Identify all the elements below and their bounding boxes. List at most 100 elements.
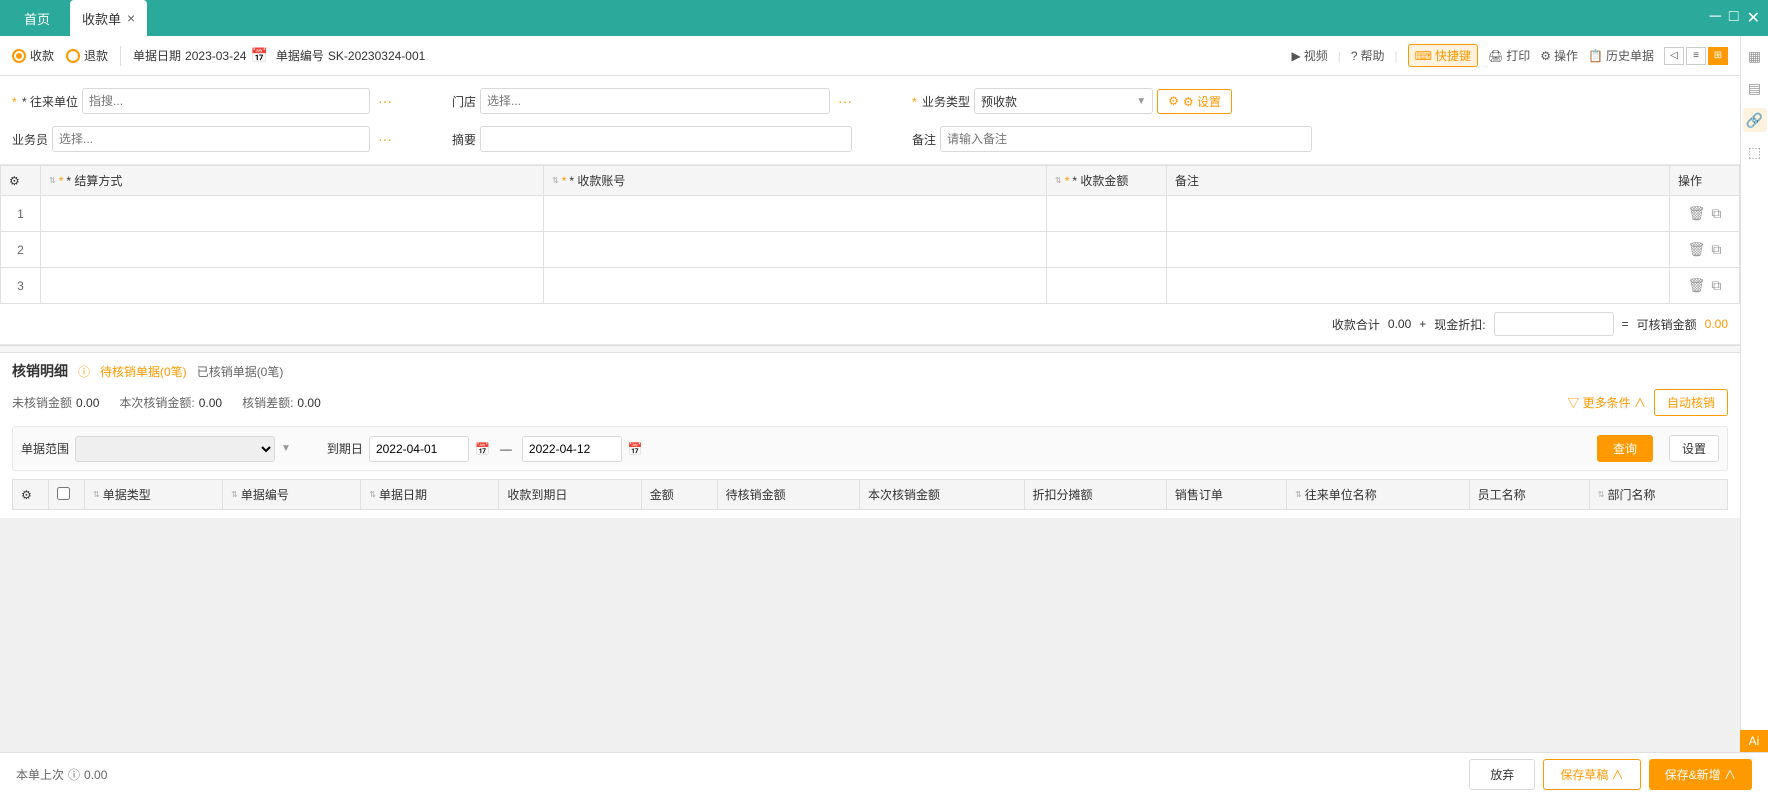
remark-input[interactable] — [940, 126, 1312, 152]
row1-account[interactable] — [544, 196, 1047, 232]
tab-active[interactable]: 收款单 × — [70, 0, 147, 36]
row2-amount[interactable] — [1047, 232, 1167, 268]
date-from-input[interactable] — [369, 436, 469, 462]
unverified-stat: 未核销金额 0.00 — [12, 394, 99, 411]
row1-account-input[interactable] — [544, 196, 1046, 231]
row3-delete-icon[interactable]: 🗑 — [1688, 277, 1706, 294]
row1-amount-input[interactable] — [1047, 196, 1166, 231]
shop-label: 门店 — [452, 93, 476, 110]
select-all-checkbox[interactable] — [57, 487, 70, 500]
video-btn[interactable]: ▶ 视频 — [1291, 47, 1327, 64]
salesman-more-btn[interactable]: ··· — [378, 131, 392, 147]
sidebar-link-icon[interactable]: 🔗 — [1743, 108, 1767, 132]
shortcut-btn[interactable]: ⌨ 快捷键 — [1408, 44, 1478, 67]
row3-account-input[interactable] — [544, 268, 1046, 303]
memo-input[interactable] — [480, 126, 852, 152]
save-new-button[interactable]: 保存&新增 ∧ — [1649, 759, 1752, 790]
date-to-input[interactable] — [522, 436, 622, 462]
maximize-icon[interactable]: □ — [1729, 8, 1739, 28]
calendar-icon-2[interactable]: 📅 — [475, 442, 490, 456]
bth-amount: 金额 — [641, 480, 717, 510]
row3-settle-input[interactable] — [41, 268, 543, 303]
minimize-icon[interactable]: ─ — [1710, 8, 1721, 28]
discard-button[interactable]: 放弃 — [1469, 759, 1535, 790]
row1-settle-input[interactable] — [41, 196, 543, 231]
row1-remark-input[interactable] — [1167, 196, 1669, 231]
row2-settle[interactable] — [41, 232, 544, 268]
calendar-icon-3[interactable]: 📅 — [628, 442, 643, 456]
toolbar: 收款 退款 单据日期 2023-03-24 📅 单据编号 SK-20230324… — [0, 36, 1740, 76]
limit-icon[interactable]: ⓘ — [68, 766, 80, 783]
row2-copy-icon[interactable]: ⧉ — [1711, 241, 1721, 258]
row3-amount-input[interactable] — [1047, 268, 1166, 303]
layout-icon-grid[interactable]: ⊞ — [1708, 47, 1728, 65]
filter-settings-btn[interactable]: 设置 — [1669, 435, 1719, 462]
bth-partner: ⇅ 往来单位名称 — [1287, 480, 1470, 510]
shortcut-icon: ⌨ — [1415, 49, 1432, 63]
row2-remark[interactable] — [1167, 232, 1670, 268]
sidebar-list-icon[interactable]: ▤ — [1743, 76, 1767, 100]
row2-delete-icon[interactable]: 🗑 — [1688, 241, 1706, 258]
current-label: 本次核销金额: — [119, 394, 194, 411]
help-btn[interactable]: ? 帮助 — [1351, 47, 1385, 64]
row2-account[interactable] — [544, 232, 1047, 268]
more-conditions-btn[interactable]: ▽ 更多条件 ∧ — [1567, 394, 1646, 411]
layout-icon-list[interactable]: ≡ — [1686, 47, 1706, 65]
query-btn[interactable]: 查询 — [1597, 435, 1653, 462]
bth-checkbox[interactable] — [49, 480, 85, 510]
available-value: 0.00 — [1705, 317, 1728, 331]
range-select[interactable] — [75, 436, 275, 462]
operation-btn[interactable]: ⚙ 操作 — [1540, 47, 1578, 64]
row2-settle-input[interactable] — [41, 232, 543, 267]
radio-refund[interactable]: 退款 — [66, 47, 108, 64]
radio-receive[interactable]: 收款 — [12, 47, 54, 64]
th-settings[interactable]: ⚙ — [1, 166, 41, 196]
shop-input[interactable] — [480, 88, 830, 114]
row1-amount[interactable] — [1047, 196, 1167, 232]
row3-copy-icon[interactable]: ⧉ — [1711, 277, 1721, 294]
bth-sales-order: 销售订单 — [1166, 480, 1286, 510]
sidebar-table-icon[interactable]: ▦ — [1743, 44, 1767, 68]
settings-button[interactable]: ⚙ ⚙ 设置 — [1157, 89, 1232, 114]
bth-settings[interactable]: ⚙ — [13, 480, 49, 510]
auto-writeoff-btn[interactable]: 自动核销 — [1654, 389, 1728, 416]
form-row-2: 业务员 ··· 摘要 备注 — [12, 122, 1728, 156]
partner-input[interactable] — [82, 88, 370, 114]
tab-active-label: 收款单 — [82, 9, 121, 28]
help-icon: ? — [1351, 49, 1358, 63]
calendar-icon-1[interactable]: 📅 — [250, 47, 267, 64]
history-btn[interactable]: 📋 历史单据 — [1588, 47, 1654, 64]
row1-copy-icon[interactable]: ⧉ — [1711, 205, 1721, 222]
print-btn[interactable]: 🖨 打印 — [1488, 47, 1530, 64]
row3-account[interactable] — [544, 268, 1047, 304]
layout-icon-1[interactable]: ◁ — [1664, 47, 1684, 65]
info-icon[interactable]: ⓘ — [78, 363, 90, 380]
tab-home[interactable]: 首页 — [8, 0, 66, 36]
salesman-input[interactable] — [52, 126, 370, 152]
row1-remark[interactable] — [1167, 196, 1670, 232]
discount-input[interactable] — [1494, 312, 1614, 336]
filter-row: 单据范围 ▼ 到期日 📅 — 📅 查询 设置 — [12, 426, 1728, 471]
partner-more-btn[interactable]: ··· — [378, 93, 392, 109]
pending-tab[interactable]: 待核销单据(0笔) — [100, 363, 187, 380]
row2-amount-input[interactable] — [1047, 232, 1166, 267]
total-row: 收款合计 0.00 + 现金折扣: = 可核销金额 0.00 — [0, 304, 1740, 345]
close-icon[interactable]: ✕ — [1747, 8, 1760, 28]
row3-settle[interactable] — [41, 268, 544, 304]
row3-amount[interactable] — [1047, 268, 1167, 304]
row3-remark-input[interactable] — [1167, 268, 1669, 303]
current-value: 0.00 — [199, 396, 222, 410]
biz-type-select[interactable]: 预收款 ▼ — [974, 88, 1153, 114]
row3-remark[interactable] — [1167, 268, 1670, 304]
tab-close-icon[interactable]: × — [127, 11, 135, 25]
save-draft-button[interactable]: 保存草稿 ∧ — [1543, 759, 1640, 790]
row2-account-input[interactable] — [544, 232, 1046, 267]
doc-date-value: 2023-03-24 — [185, 49, 246, 63]
row1-delete-icon[interactable]: 🗑 — [1688, 205, 1706, 222]
ai-badge[interactable]: Ai — [1740, 730, 1768, 752]
done-tab[interactable]: 已核销单据(0笔) — [197, 363, 284, 380]
row1-settle[interactable] — [41, 196, 544, 232]
row2-remark-input[interactable] — [1167, 232, 1669, 267]
shop-more-btn[interactable]: ··· — [838, 93, 852, 109]
sidebar-expand-icon[interactable]: ⬚ — [1743, 140, 1767, 164]
